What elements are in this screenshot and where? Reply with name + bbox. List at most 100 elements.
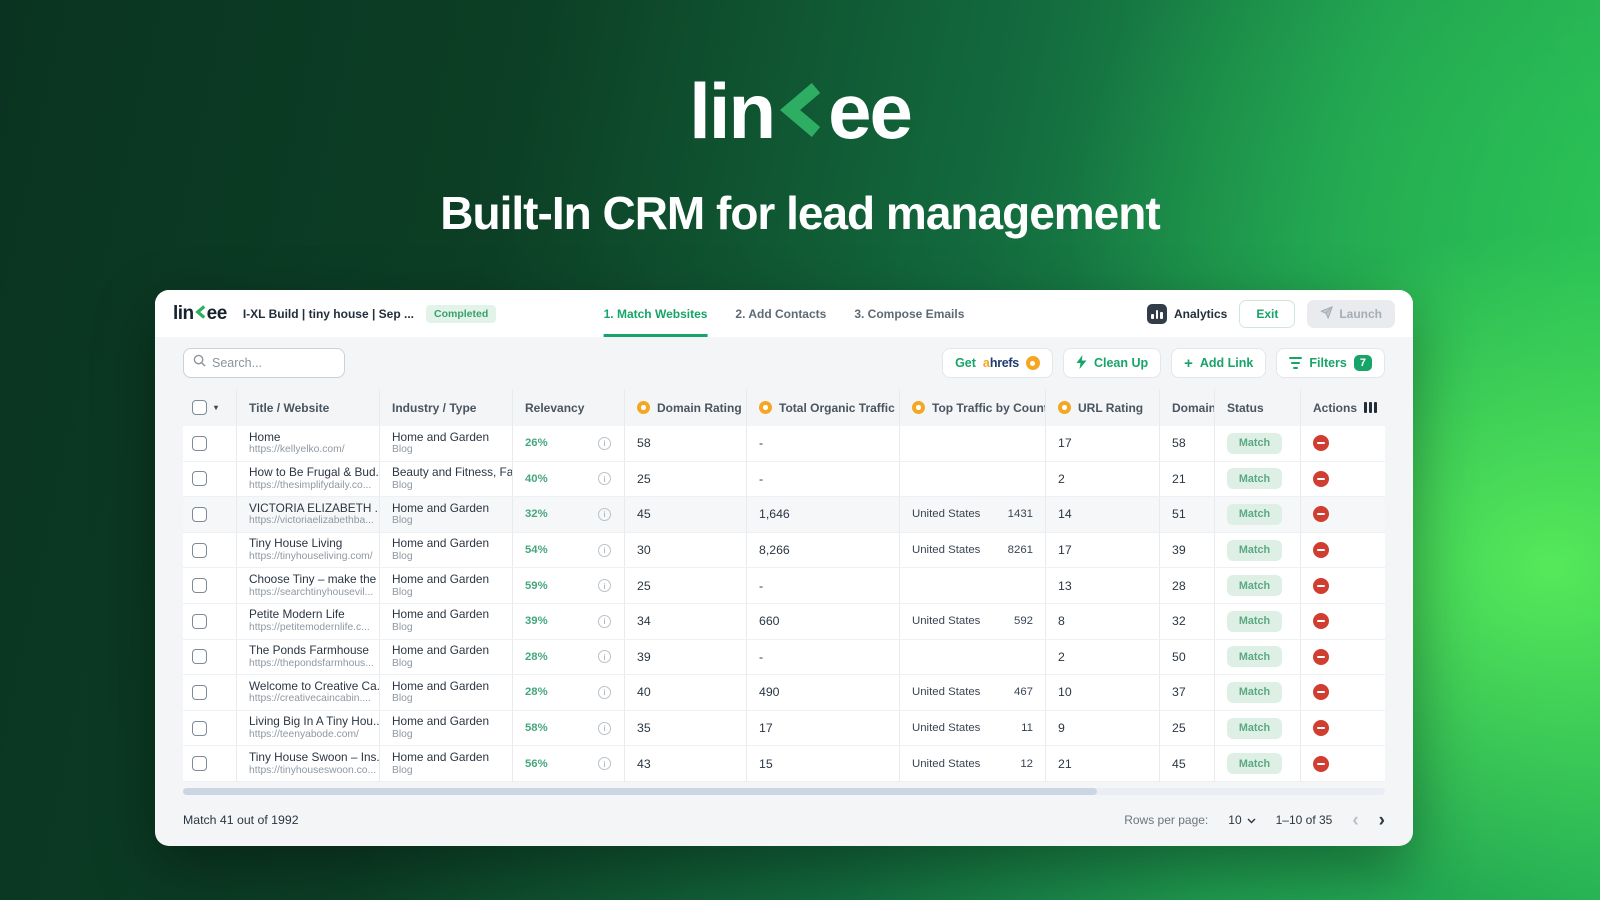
row-checkbox[interactable] <box>192 756 207 771</box>
organic-traffic-value: 660 <box>759 614 780 628</box>
horizontal-scrollbar[interactable] <box>183 788 1385 795</box>
info-icon[interactable]: i <box>598 437 611 450</box>
match-status-chip[interactable]: Match <box>1227 540 1282 561</box>
info-icon[interactable]: i <box>598 508 611 521</box>
remove-row-button[interactable] <box>1313 506 1329 522</box>
info-icon[interactable]: i <box>598 686 611 699</box>
row-checkbox[interactable] <box>192 436 207 451</box>
site-url[interactable]: https://thepondsfarmhous... <box>249 658 374 671</box>
get-ahrefs-button[interactable]: Get ahrefs <box>942 348 1053 378</box>
next-page-button[interactable]: › <box>1379 811 1385 830</box>
row-checkbox[interactable] <box>192 543 207 558</box>
column-header-industry-type[interactable]: Industry / Type <box>380 389 513 426</box>
column-header-domain-rating[interactable]: Domain Rating <box>625 389 747 426</box>
remove-row-button[interactable] <box>1313 684 1329 700</box>
remove-row-button[interactable] <box>1313 435 1329 451</box>
row-checkbox[interactable] <box>192 471 207 486</box>
site-url[interactable]: https://tinyhouseliving.com/ <box>249 551 373 564</box>
top-country-name: United States <box>912 615 980 627</box>
table-toolbar: Get ahrefs Clean Up + Add Link Filters 7 <box>155 337 1413 389</box>
remove-row-button[interactable] <box>1313 542 1329 558</box>
match-status-chip[interactable]: Match <box>1227 504 1282 525</box>
match-status-chip[interactable]: Match <box>1227 468 1282 489</box>
site-url[interactable]: https://petitemodernlife.c... <box>249 622 370 635</box>
analytics-label: Analytics <box>1174 307 1227 321</box>
row-checkbox[interactable] <box>192 507 207 522</box>
top-country-traffic: 11 <box>1021 722 1033 734</box>
analytics-button[interactable]: Analytics <box>1147 304 1227 324</box>
column-header-actions[interactable]: Actions <box>1301 389 1385 426</box>
top-country-name: United States <box>912 544 980 556</box>
match-status-chip[interactable]: Match <box>1227 718 1282 739</box>
add-link-button[interactable]: + Add Link <box>1171 348 1266 378</box>
plus-icon: + <box>1184 355 1193 372</box>
relevancy-value: 54% <box>525 544 548 556</box>
column-header-title-website[interactable]: Title / Website <box>237 389 380 426</box>
search-input[interactable] <box>212 356 335 370</box>
top-country-traffic: 467 <box>1014 686 1033 698</box>
remove-row-button[interactable] <box>1313 756 1329 772</box>
info-icon[interactable]: i <box>598 722 611 735</box>
match-status-chip[interactable]: Match <box>1227 682 1282 703</box>
match-status-chip[interactable]: Match <box>1227 575 1282 596</box>
column-header-relevancy[interactable]: Relevancy <box>513 389 625 426</box>
search-icon <box>193 354 206 372</box>
info-icon[interactable]: i <box>598 615 611 628</box>
match-status-chip[interactable]: Match <box>1227 433 1282 454</box>
remove-row-button[interactable] <box>1313 471 1329 487</box>
column-header-total-organic-traffic[interactable]: Total Organic Traffic <box>747 389 900 426</box>
row-checkbox[interactable] <box>192 578 207 593</box>
lightning-icon <box>1076 355 1087 372</box>
table-row: Welcome to Creative Ca... https://creati… <box>183 675 1385 711</box>
scrollbar-thumb[interactable] <box>183 788 1097 795</box>
site-url[interactable]: https://thesimplifydaily.co... <box>249 480 371 493</box>
site-url[interactable]: https://tinyhouseswoon.co... <box>249 765 376 778</box>
table-row: Home https://kellyelko.com/ Home and Gar… <box>183 426 1385 462</box>
info-icon[interactable]: i <box>598 544 611 557</box>
industry-type: Blog <box>392 729 413 742</box>
url-rating-value: 2 <box>1058 650 1065 664</box>
column-header-status[interactable]: Status <box>1215 389 1301 426</box>
remove-row-button[interactable] <box>1313 578 1329 594</box>
select-all-checkbox[interactable] <box>192 400 207 415</box>
rows-per-page-select[interactable]: 10 <box>1228 813 1255 827</box>
url-rating-value: 8 <box>1058 614 1065 628</box>
site-url[interactable]: https://victoriaelizabethba... <box>249 515 374 528</box>
site-url[interactable]: https://teenyabode.com/ <box>249 729 359 742</box>
clean-up-button[interactable]: Clean Up <box>1063 348 1161 378</box>
sort-caret-icon[interactable]: ▾ <box>214 403 218 412</box>
column-header-domain-rating-2[interactable]: Domain Ra <box>1160 389 1215 426</box>
info-icon[interactable]: i <box>598 650 611 663</box>
top-country-traffic: 12 <box>1020 758 1033 770</box>
remove-row-button[interactable] <box>1313 613 1329 629</box>
tab-compose-emails[interactable]: 3. Compose Emails <box>854 290 964 337</box>
previous-page-button[interactable]: ‹ <box>1352 811 1358 830</box>
site-url[interactable]: https://searchtinyhousevil... <box>249 587 373 600</box>
table-header-row: ▾ Title / Website Industry / Type Releva… <box>183 389 1385 426</box>
row-checkbox[interactable] <box>192 685 207 700</box>
remove-row-button[interactable] <box>1313 720 1329 736</box>
row-checkbox[interactable] <box>192 614 207 629</box>
tab-match-websites[interactable]: 1. Match Websites <box>604 290 708 337</box>
match-status-chip[interactable]: Match <box>1227 753 1282 774</box>
launch-button[interactable]: Launch <box>1307 300 1395 328</box>
columns-icon[interactable] <box>1364 402 1377 413</box>
column-header-url-rating[interactable]: URL Rating <box>1046 389 1160 426</box>
match-status-chip[interactable]: Match <box>1227 646 1282 667</box>
site-url[interactable]: https://kellyelko.com/ <box>249 444 345 457</box>
domain-rating-2-value: 21 <box>1172 472 1186 486</box>
info-icon[interactable]: i <box>598 472 611 485</box>
row-checkbox[interactable] <box>192 721 207 736</box>
exit-button[interactable]: Exit <box>1239 300 1295 328</box>
row-checkbox[interactable] <box>192 649 207 664</box>
info-icon[interactable]: i <box>598 757 611 770</box>
info-icon[interactable]: i <box>598 579 611 592</box>
filters-button[interactable]: Filters 7 <box>1276 348 1385 378</box>
tab-add-contacts[interactable]: 2. Add Contacts <box>735 290 826 337</box>
match-status-chip[interactable]: Match <box>1227 611 1282 632</box>
organic-traffic-value: - <box>759 579 763 593</box>
column-header-top-traffic-by-country[interactable]: Top Traffic by Country <box>900 389 1046 426</box>
remove-row-button[interactable] <box>1313 649 1329 665</box>
site-url[interactable]: https://creativecaincabin.... <box>249 693 371 706</box>
domain-rating-2-value: 50 <box>1172 650 1186 664</box>
